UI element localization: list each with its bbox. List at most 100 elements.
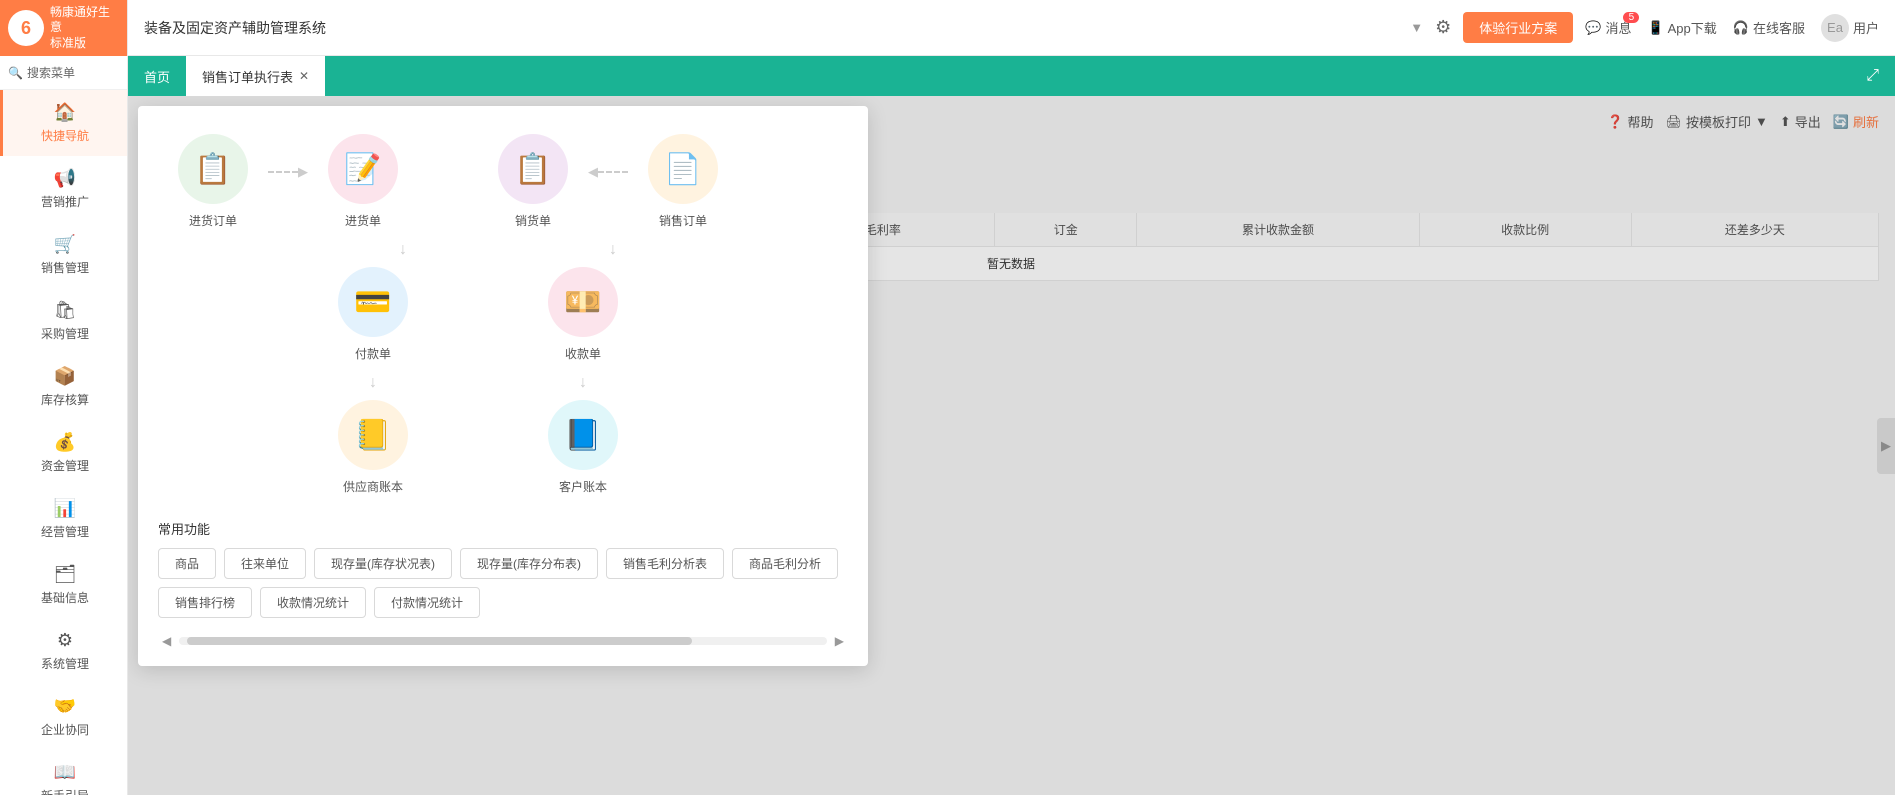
- sale-order-label: 销售订单: [659, 212, 707, 229]
- scrollbar-thumb: [187, 637, 692, 645]
- func-buttons-row2: 销售排行榜 收款情况统计 付款情况统计: [158, 587, 848, 618]
- service-icon: 🎧: [1733, 20, 1749, 36]
- popup-scrollbar[interactable]: [179, 637, 827, 645]
- arrow-right-1: ▶: [298, 164, 308, 180]
- arrow-left-1: ◀: [588, 164, 598, 180]
- message-action[interactable]: 💬 消息 5: [1585, 18, 1631, 37]
- home-icon: 🏠: [54, 102, 76, 123]
- flow-node-sale-order[interactable]: 📄 销售订单: [648, 134, 718, 229]
- sidebar-item-marketing[interactable]: 📢 营销推广: [0, 156, 127, 222]
- avatar: Ea: [1821, 14, 1849, 42]
- receipt-icon: 💴: [548, 267, 618, 337]
- tab-close-icon[interactable]: ✕: [299, 69, 309, 83]
- supplier-ledger-icon: 📒: [338, 400, 408, 470]
- func-btn-sales-profit[interactable]: 销售毛利分析表: [606, 548, 724, 579]
- common-functions-title: 常用功能: [158, 519, 848, 538]
- sale-order-icon: 📄: [648, 134, 718, 204]
- sidebar: 6 畅康通好生意 标准版 🔍 搜索菜单 🏠 快捷导航 📢 营销推广 🛒 销售管理: [0, 0, 128, 795]
- app-download-action[interactable]: 📱 App下载: [1647, 18, 1716, 37]
- scroll-right-arrow[interactable]: ▶: [831, 632, 848, 650]
- content-area: ❓ 帮助 🖨 按模板打印 ▼ ⬆ 导出 🔄 刷新: [128, 96, 1895, 795]
- flow-node-receipt[interactable]: 💴 收款单: [548, 267, 618, 362]
- main-area: 装备及固定资产辅助管理系统 ▼ ⚙ 体验行业方案 💬 消息 5 📱 App下载 …: [128, 0, 1895, 795]
- supplier-ledger-label: 供应商账本: [343, 478, 403, 495]
- sidebar-item-quick-nav[interactable]: 🏠 快捷导航: [0, 90, 127, 156]
- func-btn-product-profit[interactable]: 商品毛利分析: [732, 548, 838, 579]
- func-btn-stock-dist[interactable]: 现存量(库存分布表): [460, 548, 598, 579]
- func-btn-sales-rank[interactable]: 销售排行榜: [158, 587, 252, 618]
- popup-scrollbar-row: ◀ ▶: [158, 632, 848, 650]
- topbar: 装备及固定资产辅助管理系统 ▼ ⚙ 体验行业方案 💬 消息 5 📱 App下载 …: [128, 0, 1895, 56]
- func-btn-partner[interactable]: 往来单位: [224, 548, 306, 579]
- message-icon: 💬: [1585, 20, 1601, 36]
- purchase-icon: 🛍: [54, 300, 77, 321]
- flow-node-supplier-ledger[interactable]: 📒 供应商账本: [338, 400, 408, 495]
- arrow-down-1: ↓: [348, 241, 458, 259]
- sidebar-item-system[interactable]: ⚙ 系统管理: [0, 618, 127, 684]
- customer-ledger-label: 客户账本: [559, 478, 607, 495]
- func-btn-stock-status[interactable]: 现存量(库存状况表): [314, 548, 452, 579]
- online-service-action[interactable]: 🎧 在线客服: [1733, 18, 1805, 37]
- func-btn-payment-stats[interactable]: 付款情况统计: [374, 587, 480, 618]
- flow-node-customer-ledger[interactable]: 📘 客户账本: [548, 400, 618, 495]
- arrow-h2: [598, 171, 628, 173]
- operation-icon: 📊: [54, 498, 76, 519]
- customer-ledger-icon: 📘: [548, 400, 618, 470]
- func-btn-product[interactable]: 商品: [158, 548, 216, 579]
- flow-node-purchase-bill[interactable]: 📝 进货单: [328, 134, 398, 229]
- inventory-icon: 📦: [54, 366, 76, 387]
- sale-bill-label: 销货单: [515, 212, 551, 229]
- sidebar-item-operation[interactable]: 📊 经营管理: [0, 486, 127, 552]
- finance-icon: 💰: [54, 432, 76, 453]
- payment-icon: 💳: [338, 267, 408, 337]
- flow-arrows-down-row1: ↓ ↓: [158, 241, 848, 259]
- sidebar-item-cooperation[interactable]: 🤝 企业协同: [0, 684, 127, 750]
- tab-home[interactable]: 首页: [128, 56, 186, 96]
- purchase-bill-label: 进货单: [345, 212, 381, 229]
- arrow-down-4: ↓: [528, 374, 638, 392]
- system-title: 装备及固定资产辅助管理系统: [144, 18, 1398, 38]
- sidebar-item-purchase[interactable]: 🛍 采购管理: [0, 288, 127, 354]
- flow-row-2: 💳 付款单 💴 收款单: [158, 259, 848, 370]
- trial-button[interactable]: 体验行业方案: [1463, 12, 1573, 43]
- cooperation-icon: 🤝: [54, 696, 76, 717]
- purchase-bill-icon: 📝: [328, 134, 398, 204]
- download-icon: 📱: [1647, 20, 1663, 36]
- settings-icon[interactable]: ⚙: [1435, 17, 1451, 38]
- sale-bill-icon: 📋: [498, 134, 568, 204]
- sidebar-item-sales[interactable]: 🛒 销售管理: [0, 222, 127, 288]
- func-buttons-row1: 商品 往来单位 现存量(库存状况表) 现存量(库存分布表) 销售毛利分析表 商品…: [158, 548, 848, 579]
- func-btn-receipt-stats[interactable]: 收款情况统计: [260, 587, 366, 618]
- chevron-down-icon[interactable]: ▼: [1410, 20, 1423, 35]
- popup-overlay: 📋 进货订单 ▶ 📝 进货单: [128, 96, 1895, 795]
- tabbar: 首页 销售订单执行表 ✕ ⤢: [128, 56, 1895, 96]
- user-action[interactable]: Ea 用户: [1821, 14, 1879, 42]
- flow-popup: 📋 进货订单 ▶ 📝 进货单: [138, 106, 868, 666]
- topbar-actions: 💬 消息 5 📱 App下载 🎧 在线客服 Ea 用户: [1585, 14, 1879, 42]
- scroll-left-arrow[interactable]: ◀: [158, 632, 175, 650]
- guide-icon: 📖: [54, 762, 76, 783]
- flow-node-purchase-order[interactable]: 📋 进货订单: [178, 134, 248, 229]
- tab-expand-icon[interactable]: ⤢: [1850, 67, 1895, 85]
- payment-label: 付款单: [355, 345, 391, 362]
- search-icon: 🔍: [8, 66, 23, 80]
- sidebar-item-guide[interactable]: 📖 新手引导: [0, 750, 127, 795]
- flow-diagram: 📋 进货订单 ▶ 📝 进货单: [158, 126, 848, 503]
- flow-node-sale-bill[interactable]: 📋 销货单: [498, 134, 568, 229]
- sales-icon: 🛒: [54, 234, 76, 255]
- sidebar-item-finance[interactable]: 💰 资金管理: [0, 420, 127, 486]
- purchase-order-label: 进货订单: [189, 212, 237, 229]
- basic-icon: 🗂: [54, 564, 77, 585]
- arrow-down-2: ↓: [558, 241, 668, 259]
- search-menu[interactable]: 🔍 搜索菜单: [0, 56, 127, 90]
- flow-row-3: 📒 供应商账本 📘 客户账本: [158, 392, 848, 503]
- system-icon: ⚙: [57, 630, 73, 651]
- flow-arrows-down-row2: ↓ ↓: [158, 374, 848, 392]
- sidebar-item-inventory[interactable]: 📦 库存核算: [0, 354, 127, 420]
- flow-node-payment[interactable]: 💳 付款单: [338, 267, 408, 362]
- logo-icon: 6: [8, 10, 44, 46]
- tab-sales-order[interactable]: 销售订单执行表 ✕: [186, 56, 325, 96]
- arrow-down-3: ↓: [318, 374, 428, 392]
- sidebar-item-basic[interactable]: 🗂 基础信息: [0, 552, 127, 618]
- flow-row-1: 📋 进货订单 ▶ 📝 进货单: [158, 126, 848, 237]
